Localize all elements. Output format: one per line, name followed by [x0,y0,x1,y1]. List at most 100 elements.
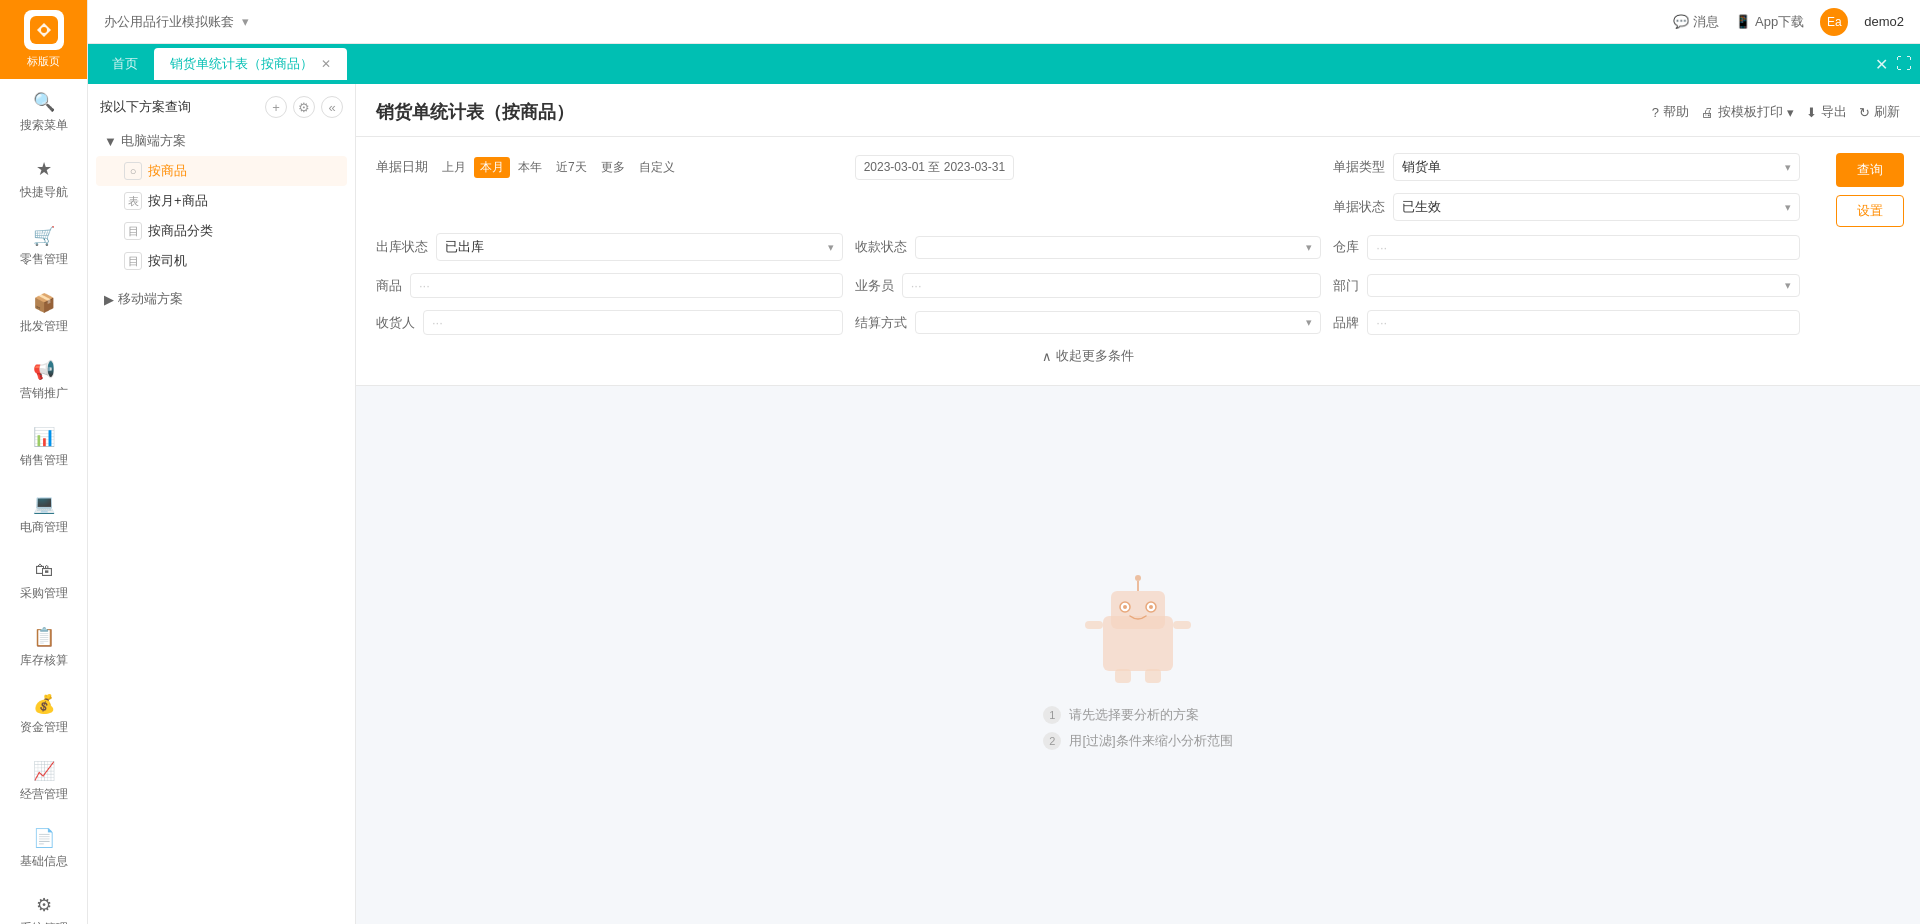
scheme-item-by-product-label: 按商品 [148,162,187,180]
sidebar-item-retail[interactable]: 🛒 零售管理 [0,213,87,280]
scheme-section: ▼ 电脑端方案 ○ 按商品 表 按月+商品 目 按商品分类 目 按司机 [88,126,355,314]
print-dropdown-icon: ▾ [1787,105,1794,120]
receiver-select[interactable]: ··· [423,310,843,335]
date-tab-current-month[interactable]: 本月 [474,157,510,178]
sidebar-label-operations: 经营管理 [20,786,68,803]
doc-type-label: 单据类型 [1333,158,1385,176]
brand-dots: ··· [1376,315,1387,330]
scheme-settings-btn[interactable]: ⚙ [293,96,315,118]
out-status-label: 出库状态 [376,238,428,256]
sidebar-item-inventory[interactable]: 📋 库存核算 [0,614,87,681]
brand-select[interactable]: ··· [1367,310,1800,335]
scheme-item-by-month-product-icon: 表 [124,192,142,210]
sidebar-item-purchase[interactable]: 🛍 采购管理 [0,548,87,614]
collapse-btn[interactable]: ∧ 收起更多条件 [1042,347,1134,365]
app-download-icon: 📱 [1735,14,1751,29]
date-tab-last-month[interactable]: 上月 [436,157,472,178]
filter-doc-type: 单据类型 销货单 ▾ [1333,153,1800,181]
print-btn[interactable]: 🖨 按模板打印 ▾ [1701,103,1794,121]
tab-expand-btn[interactable]: ⛶ [1896,55,1912,73]
salesman-dots: ··· [911,278,922,293]
filter-row-1b: 单据状态 已生效 ▾ [376,193,1800,221]
sidebar-icon-purchase: 🛍 [35,560,53,581]
query-btn[interactable]: 查询 [1836,153,1904,187]
payment-select[interactable]: ▾ [915,311,1322,334]
message-btn[interactable]: 💬 消息 [1673,13,1719,31]
settings-btn[interactable]: 设置 [1836,195,1904,227]
out-status-select[interactable]: 已出库 ▾ [436,233,843,261]
mobile-scheme-title[interactable]: ▶ 移动端方案 [96,284,347,314]
sidebar-item-search[interactable]: 🔍 搜索菜单 [0,79,87,146]
doc-status-select[interactable]: 已生效 ▾ [1393,193,1800,221]
export-icon: ⬇ [1806,105,1817,120]
sidebar-icon-base-info: 📄 [33,827,55,849]
tab-bar-right: ✕ ⛶ [1875,55,1912,74]
product-label: 商品 [376,277,402,295]
scheme-item-by-month-product[interactable]: 表 按月+商品 [96,186,347,216]
collapse-label: 收起更多条件 [1056,347,1134,365]
sidebar-item-ecommerce[interactable]: 💻 电商管理 [0,481,87,548]
tab-home-label: 首页 [112,55,138,73]
sidebar-item-finance[interactable]: 💰 资金管理 [0,681,87,748]
receiver-label: 收货人 [376,314,415,332]
doc-type-select[interactable]: 销货单 ▾ [1393,153,1800,181]
date-tab-more[interactable]: 更多 [595,157,631,178]
page-actions: ? 帮助 🖨 按模板打印 ▾ ⬇ 导出 ↻ 刷新 [1652,103,1900,121]
app-download-label: App下载 [1755,13,1804,31]
product-select[interactable]: ··· [410,273,843,298]
sidebar-item-quick-nav[interactable]: ★ 快捷导航 [0,146,87,213]
empty-state: 1 请先选择要分析的方案 2 用[过滤]条件来缩小分析范围 [356,386,1920,924]
tab-sales-stat[interactable]: 销货单统计表（按商品） ✕ [154,48,347,80]
refresh-btn[interactable]: ↻ 刷新 [1859,103,1900,121]
filter-receiver: 收货人 ··· [376,310,843,335]
scheme-item-by-product[interactable]: ○ 按商品 [96,156,347,186]
svg-rect-3 [1111,591,1165,629]
date-tab-7days[interactable]: 近7天 [550,157,593,178]
sidebar-item-base-info[interactable]: 📄 基础信息 [0,815,87,882]
desktop-scheme-label: 电脑端方案 [121,132,186,150]
sidebar-item-marketing[interactable]: 📢 营销推广 [0,347,87,414]
avatar[interactable]: Ea [1820,8,1848,36]
content-area: 按以下方案查询 + ⚙ « ▼ 电脑端方案 ○ 按商品 表 按月+ [88,84,1920,924]
sidebar-item-operations[interactable]: 📈 经营管理 [0,748,87,815]
filter-product: 商品 ··· [376,273,843,298]
main-area: 办公用品行业模拟账套 ▾ 💬 消息 📱 App下载 Ea demo2 首页 销货… [88,0,1920,924]
tip-num-1: 1 [1043,706,1061,724]
sidebar-item-system[interactable]: ⚙ 系统管理 [0,882,87,924]
sidebar-icon-inventory: 📋 [33,626,55,648]
filter-row-2: 出库状态 已出库 ▾ 收款状态 ▾ [376,233,1800,261]
sidebar-item-sales[interactable]: 📊 销售管理 [0,414,87,481]
filter-row-4: 收货人 ··· 结算方式 ▾ [376,310,1800,335]
sidebar-item-wholesale[interactable]: 📦 批发管理 [0,280,87,347]
brand-label: 品牌 [1333,314,1359,332]
tab-home[interactable]: 首页 [96,48,154,80]
filter-department: 部门 ▾ [1333,273,1800,298]
sidebar-label-sales: 销售管理 [20,452,68,469]
scheme-item-by-category[interactable]: 目 按商品分类 [96,216,347,246]
add-scheme-btn[interactable]: + [265,96,287,118]
department-select[interactable]: ▾ [1367,274,1800,297]
date-tab-current-year[interactable]: 本年 [512,157,548,178]
tab-close-btn[interactable]: ✕ [321,57,331,71]
scheme-item-by-driver[interactable]: 目 按司机 [96,246,347,276]
app-download-btn[interactable]: 📱 App下载 [1735,13,1804,31]
mobile-scheme-arrow: ▶ [104,292,114,307]
collapse-panel-btn[interactable]: « [321,96,343,118]
tab-minimize-btn[interactable]: ✕ [1875,55,1888,74]
date-range-display[interactable]: 2023-03-01 至 2023-03-31 [855,155,1014,180]
help-btn[interactable]: ? 帮助 [1652,103,1689,121]
logo-area[interactable]: 标版页 [0,0,87,79]
dropdown-icon[interactable]: ▾ [242,14,249,29]
department-label: 部门 [1333,277,1359,295]
avatar-text: Ea [1827,15,1842,29]
salesman-select[interactable]: ··· [902,273,1322,298]
export-btn[interactable]: ⬇ 导出 [1806,103,1847,121]
receipt-status-select[interactable]: ▾ [915,236,1322,259]
date-tab-custom[interactable]: 自定义 [633,157,681,178]
sidebar-label-quick-nav: 快捷导航 [20,184,68,201]
warehouse-select[interactable]: ··· [1367,235,1800,260]
page-title: 销货单统计表（按商品） [376,100,574,124]
tip-num-2: 2 [1043,732,1061,750]
payment-label: 结算方式 [855,314,907,332]
desktop-scheme-title[interactable]: ▼ 电脑端方案 [96,126,347,156]
